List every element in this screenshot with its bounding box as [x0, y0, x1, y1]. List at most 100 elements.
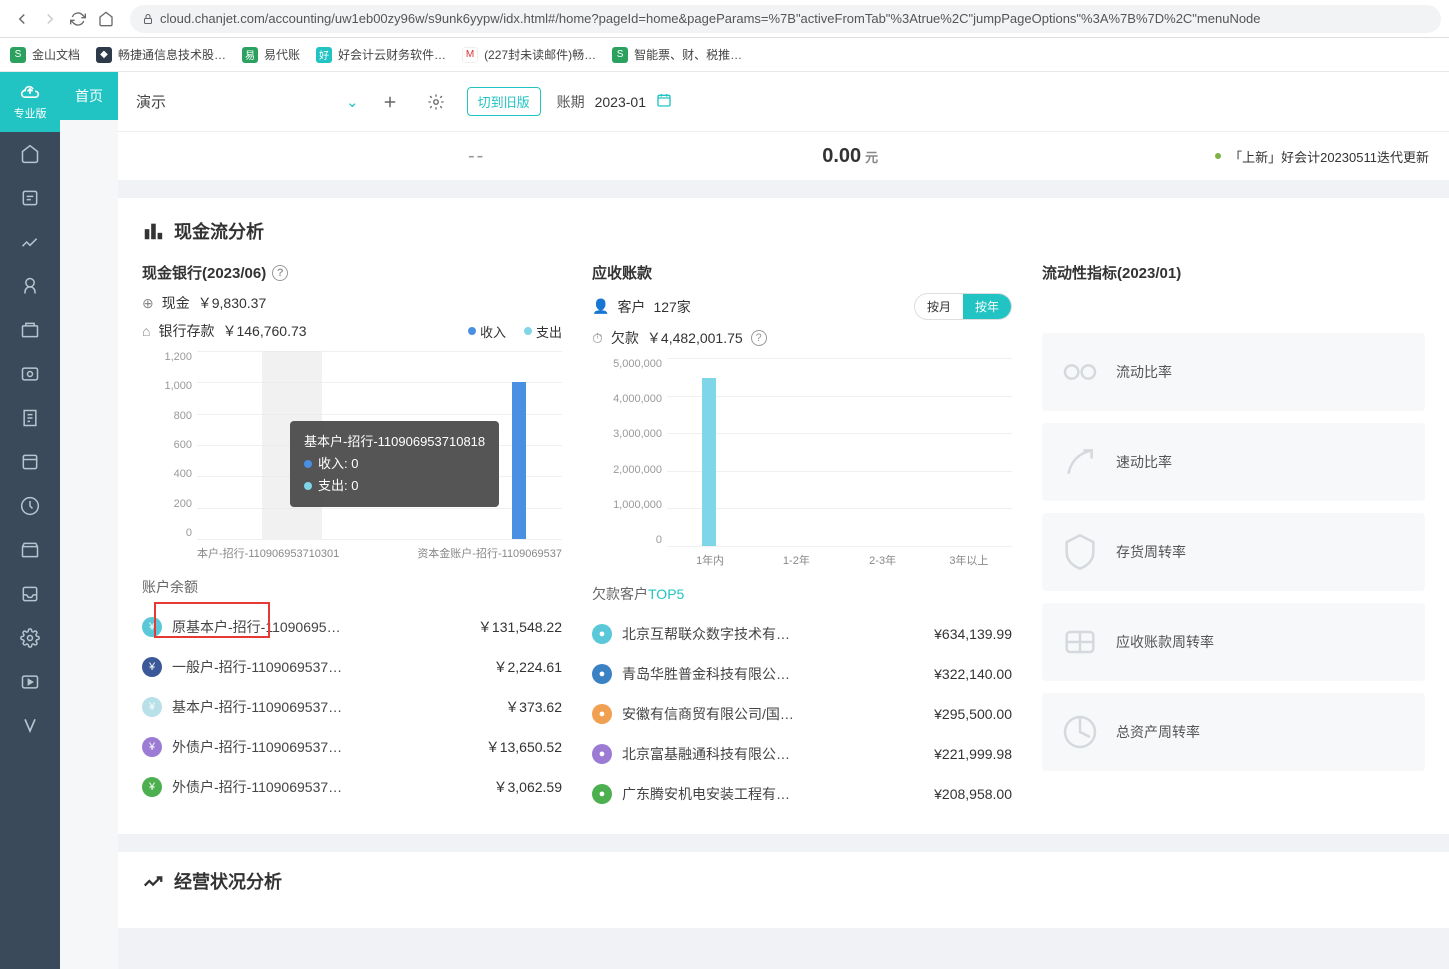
bookmark-item[interactable]: M(227封未读邮件)畅… [462, 46, 596, 63]
reload-button[interactable] [64, 5, 92, 33]
nav-archive-icon[interactable] [0, 528, 60, 572]
bar-chart-icon [142, 220, 164, 242]
bookmark-item[interactable]: 易易代账 [242, 46, 300, 63]
debtor-row[interactable]: ●安徽有信商贸有限公司/国…¥295,500.00 [592, 694, 1012, 734]
summary-strip: -- 0.00元 「上新」好会计20230511迭代更新 [118, 132, 1449, 180]
indicator-card[interactable]: 流动比率 [1042, 333, 1425, 411]
bookmark-item[interactable]: 好好会计云财务软件… [316, 46, 446, 63]
period-value: 2023-01 [595, 94, 646, 110]
indicator-card[interactable]: 速动比率 [1042, 423, 1425, 501]
bookmark-item[interactable]: ◆畅捷通信息技术股… [96, 46, 226, 63]
indicator-icon [1060, 442, 1100, 482]
debtor-row[interactable]: ●青岛华胜普金科技有限公…¥322,140.00 [592, 654, 1012, 694]
nav-v-icon[interactable] [0, 704, 60, 748]
nav-report-icon[interactable] [0, 220, 60, 264]
summary-value: 0.00元 [822, 145, 878, 168]
app-logo[interactable]: 专业版 [0, 72, 60, 132]
debtor-row[interactable]: ●广东腾安机电安装工程有…¥208,958.00 [592, 774, 1012, 814]
customer-icon: 👤 [592, 298, 609, 315]
add-button[interactable] [375, 87, 405, 117]
toggle-month[interactable]: 按月 [915, 294, 963, 319]
indicators-title: 流动性指标(2023/01) [1042, 262, 1425, 283]
nav-voucher-icon[interactable] [0, 176, 60, 220]
url-text: cloud.chanjet.com/accounting/uw1eb00zy96… [160, 11, 1261, 26]
nav-funds-icon[interactable] [0, 264, 60, 308]
bookmark-icon: 好 [316, 47, 332, 63]
tab-column: 首页 [60, 72, 118, 969]
indicator-icon [1060, 712, 1100, 752]
trend-icon [142, 870, 164, 892]
y-axis: 1,2001,0008006004002000 [142, 351, 192, 539]
cloud-upload-icon [17, 83, 43, 103]
nav-closing-icon[interactable] [0, 484, 60, 528]
indicator-card[interactable]: 应收账款周转率 [1042, 603, 1425, 681]
bookmark-icon: 易 [242, 47, 258, 63]
switch-old-version-button[interactable]: 切到旧版 [467, 87, 541, 116]
edition-label: 专业版 [14, 105, 47, 121]
bookmark-icon: ◆ [96, 47, 112, 63]
news-ticker[interactable]: 「上新」好会计20230511迭代更新 [1215, 147, 1429, 166]
period-label: 账期 [557, 92, 585, 112]
news-dot-icon [1215, 153, 1221, 159]
address-bar[interactable]: cloud.chanjet.com/accounting/uw1eb00zy96… [130, 5, 1441, 33]
chart-tooltip: 基本户-招行-110906953710818 收入: 0 支出: 0 [290, 421, 499, 507]
help-icon[interactable]: ? [272, 265, 288, 281]
nav-settings-icon[interactable] [0, 616, 60, 660]
account-amount: ￥373.62 [505, 697, 562, 717]
section-title: 经营状况分析 [142, 868, 1425, 894]
nav-tax-icon[interactable] [0, 440, 60, 484]
indicator-card[interactable]: 存货周转率 [1042, 513, 1425, 591]
debtor-row[interactable]: ●北京互帮联众数字技术有…¥634,139.99 [592, 614, 1012, 654]
nav-video-icon[interactable] [0, 660, 60, 704]
customer-badge-icon: ● [592, 624, 612, 644]
chevron-down-icon: ⌄ [346, 93, 359, 111]
nav-salary-icon[interactable] [0, 352, 60, 396]
customer-badge-icon: ● [592, 784, 612, 804]
bookmark-item[interactable]: S智能票、财、税推… [612, 46, 742, 63]
back-button[interactable] [8, 5, 36, 33]
account-badge-icon: ¥ [142, 617, 162, 637]
home-button[interactable] [92, 5, 120, 33]
bookmark-item[interactable]: S金山文档 [10, 46, 80, 63]
cash-icon: ⊕ [142, 295, 154, 312]
nav-assets-icon[interactable] [0, 308, 60, 352]
company-select[interactable]: 演示 ⌄ [136, 91, 359, 112]
forward-button[interactable] [36, 5, 64, 33]
gear-icon[interactable] [421, 87, 451, 117]
nav-inbox-icon[interactable] [0, 572, 60, 616]
toggle-year[interactable]: 按年 [963, 294, 1011, 319]
help-icon[interactable]: ? [751, 330, 767, 346]
debtor-row[interactable]: ●北京富基融通科技有限公…¥221,999.98 [592, 734, 1012, 774]
customer-name: 广东腾安机电安装工程有… [622, 784, 790, 804]
customer-name: 青岛华胜普金科技有限公… [622, 664, 790, 684]
balance-row[interactable]: ¥一般户-招行-1109069537…￥2,224.61 [142, 647, 562, 687]
tab-home[interactable]: 首页 [60, 72, 118, 120]
indicator-label: 总资产周转率 [1116, 722, 1200, 742]
indicator-label: 流动比率 [1116, 362, 1172, 382]
nav-home-icon[interactable] [0, 132, 60, 176]
balance-row[interactable]: ¥基本户-招行-1109069537…￥373.62 [142, 687, 562, 727]
section-title: 现金流分析 [142, 218, 1425, 244]
account-amount: ￥3,062.59 [494, 777, 563, 797]
bank-icon: ⌂ [142, 323, 150, 339]
indicator-card[interactable]: 总资产周转率 [1042, 693, 1425, 771]
account-name: 一般户-招行-1109069537… [172, 657, 342, 677]
indicator-label: 应收账款周转率 [1116, 632, 1214, 652]
indicator-icon [1060, 622, 1100, 662]
debtor-amount: ¥295,500.00 [934, 706, 1012, 722]
customer-name: 北京互帮联众数字技术有… [622, 624, 790, 644]
cash-bank-chart[interactable]: 1,2001,0008006004002000 本户-招行-1109069537… [142, 351, 562, 561]
customer-name: 北京富基融通科技有限公… [622, 744, 790, 764]
receivable-chart[interactable]: 5,000,0004,000,0003,000,0002,000,0001,00… [592, 358, 1012, 568]
nav-invoice-icon[interactable] [0, 396, 60, 440]
period-toggle[interactable]: 按月 按年 [914, 293, 1012, 320]
customer-badge-icon: ● [592, 664, 612, 684]
indicator-icon [1060, 352, 1100, 392]
content-area[interactable]: -- 0.00元 「上新」好会计20230511迭代更新 现金流分析 现 [118, 132, 1449, 969]
app-topbar: 演示 ⌄ 切到旧版 账期 2023-01 [118, 72, 1449, 132]
balance-row[interactable]: ¥外债户-招行-1109069537…￥13,650.52 [142, 727, 562, 767]
balance-row[interactable]: ¥原基本户-招行-11090695…￥131,548.22 [142, 607, 562, 647]
period-selector[interactable]: 账期 2023-01 [557, 92, 672, 112]
indicators-panel: 流动性指标(2023/01) 流动比率速动比率存货周转率应收账款周转率总资产周转… [1042, 262, 1425, 814]
balance-row[interactable]: ¥外债户-招行-1109069537…￥3,062.59 [142, 767, 562, 807]
